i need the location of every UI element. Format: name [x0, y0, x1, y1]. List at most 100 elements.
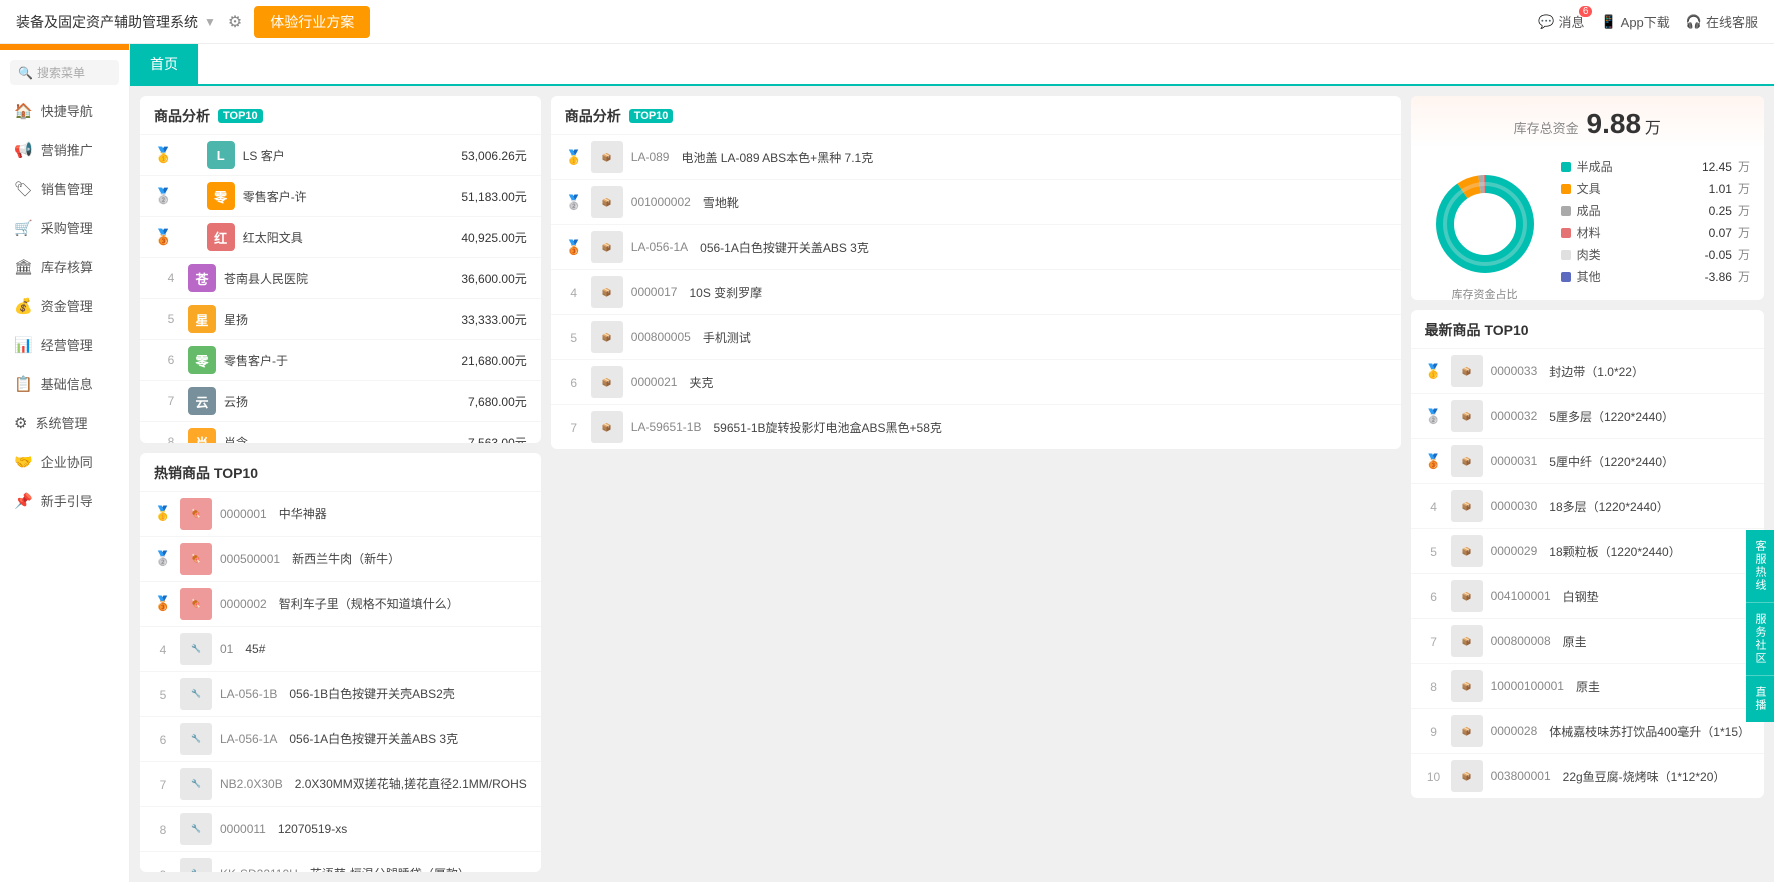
- sidebar-item-sales[interactable]: 🏷 销售管理: [0, 169, 129, 208]
- donut-row: 库存资金占比 半成品 12.45 万 文具 1.01 万 成品 0.25 万 材…: [1411, 148, 1764, 300]
- sidebar-search-area: 🔍 搜索菜单: [0, 50, 129, 91]
- rank-name: 云扬: [224, 393, 460, 410]
- rank-avatar: 苍: [188, 264, 216, 292]
- product-thumbnail: 📦: [1451, 355, 1483, 387]
- customer-rank-row: 🥈 零 零售客户-许 51,183.00元: [140, 175, 541, 216]
- rank-number: 5: [162, 312, 180, 326]
- product-name: 电池盖 LA-089 ABS本色+黑种 7.1克: [681, 149, 1386, 166]
- hot-products-title-text: 热销商品 TOP10: [154, 463, 258, 483]
- rank-medal: 🥉: [154, 595, 172, 612]
- product-thumbnail: 📦: [591, 141, 623, 173]
- sidebar-item-marketing[interactable]: 📢 营销推广: [0, 130, 129, 169]
- sidebar-item-basic[interactable]: 📋 基础信息: [0, 364, 129, 403]
- rank-medal: 5: [154, 686, 172, 702]
- legend-value: -3.86: [1705, 270, 1732, 284]
- message-button[interactable]: 💬 消息 6: [1538, 12, 1584, 31]
- sidebar-item-guide[interactable]: 📌 新手引导: [0, 481, 129, 520]
- new-products-list: 🥇 📦 0000033 封边带（1.0*22） 🥈 📦 0000032 5厘多层…: [1411, 348, 1764, 798]
- sidebar-item-finance[interactable]: 💰 资金管理: [0, 286, 129, 325]
- product-name: 中华神器: [279, 505, 527, 522]
- product-code: 003800001: [1491, 769, 1551, 783]
- sidebar-item-label: 快捷导航: [41, 101, 93, 120]
- product-code: 0000017: [631, 285, 678, 299]
- legend-value: -0.05: [1705, 248, 1732, 262]
- float-service-button[interactable]: 直播: [1746, 676, 1774, 722]
- rank-medal: 5: [1425, 543, 1443, 559]
- rank-medal-icon: 🥈: [154, 187, 173, 205]
- customer-top10-title: 商品分析 TOP10: [140, 96, 541, 134]
- rank-medal: 🥇: [154, 505, 172, 522]
- hot-product-row: 5 🔧 LA-056-1B 056-1B白色按键开关壳ABS2壳: [140, 671, 541, 716]
- product-thumbnail: 📦: [1451, 535, 1483, 567]
- product-thumbnail: 📦: [591, 321, 623, 353]
- legend-value: 0.25: [1709, 204, 1732, 218]
- rank-avatar: L: [207, 141, 235, 169]
- rank-name: 苍南县人民医院: [224, 270, 453, 287]
- float-service-button[interactable]: 服务社区: [1746, 603, 1774, 676]
- product-code: 000800005: [631, 330, 691, 344]
- online-service-button[interactable]: 🎧 在线客服: [1686, 12, 1758, 31]
- rank-medal: 4: [1425, 498, 1443, 514]
- inventory-total-area: 库存总资金 9.88 万: [1411, 96, 1764, 148]
- customer-rank-row: 🥉 红 红太阳文具 40,925.00元: [140, 216, 541, 257]
- product-name: 45#: [245, 642, 526, 656]
- legend-name: 文具: [1577, 180, 1703, 197]
- product-code: LA-59651-1B: [631, 420, 702, 434]
- system-selector[interactable]: 装备及固定资产辅助管理系统 ▼: [16, 12, 216, 32]
- trial-button[interactable]: 体验行业方案: [254, 6, 370, 38]
- new-products-title-text: 最新商品 TOP10: [1425, 320, 1529, 340]
- customer-rank-row: 6 零 零售客户-于 21,680.00元: [140, 339, 541, 380]
- tab-home[interactable]: 首页: [130, 44, 198, 86]
- rank-medal: 6: [154, 731, 172, 747]
- float-service-button[interactable]: 客服热线: [1746, 530, 1774, 603]
- legend-item: 成品 0.25 万: [1561, 202, 1750, 219]
- product-thumbnail: 📦: [1451, 580, 1483, 612]
- product-name: 原圭: [1563, 633, 1750, 650]
- mid-product-row: 5 📦 000800005 手机测试: [551, 314, 1401, 359]
- product-code: 000500001: [220, 552, 280, 566]
- product-code: 10000100001: [1491, 679, 1564, 693]
- hot-products-list: 🥇 🍖 0000001 中华神器 🥈 🍖 000500001 新西兰牛肉（新牛）…: [140, 491, 541, 872]
- sidebar-item-system[interactable]: ⚙ 系统管理: [0, 403, 129, 442]
- product-name: 雪地靴: [703, 194, 1387, 211]
- rank-number: 8: [162, 435, 180, 443]
- product-code: 0000028: [1491, 724, 1538, 738]
- rank-name: 星扬: [224, 311, 453, 328]
- legend-unit: 万: [1738, 202, 1750, 219]
- system-icon: ⚙: [14, 414, 27, 432]
- search-menu-button[interactable]: 🔍 搜索菜单: [10, 60, 119, 85]
- rank-name: 肖念: [224, 434, 460, 443]
- rank-name: LS 客户: [243, 147, 454, 164]
- rank-medal: 7: [1425, 633, 1443, 649]
- legend-name: 其他: [1577, 268, 1699, 285]
- message-badge: 6: [1579, 6, 1593, 17]
- sidebar-item-quicknav[interactable]: 🏠 快捷导航: [0, 91, 129, 130]
- sidebar-item-purchase[interactable]: 🛒 采购管理: [0, 208, 129, 247]
- hot-product-row: 🥈 🍖 000500001 新西兰牛肉（新牛）: [140, 536, 541, 581]
- legend-name: 材料: [1577, 224, 1703, 241]
- sidebar-item-corp[interactable]: 🤝 企业协同: [0, 442, 129, 481]
- customer-rank-row: 5 星 星扬 33,333.00元: [140, 298, 541, 339]
- product-thumbnail: 🔧: [180, 723, 212, 755]
- legend-value: 1.01: [1709, 182, 1732, 196]
- headset-icon: 🎧: [1686, 14, 1702, 30]
- sidebar-item-inventory[interactable]: 🏛 库存核算: [0, 247, 129, 286]
- settings-icon[interactable]: ⚙: [228, 12, 242, 32]
- sidebar: 🐾 畅捷通好生意 标准版 🔍 搜索菜单 🏠 快捷导航 📢 营销推广 🏷 销售管理…: [0, 0, 130, 882]
- rank-medal: 5: [565, 329, 583, 345]
- product-name: 59651-1B旋转投影灯电池盒ABS黑色+58克: [713, 419, 1386, 436]
- legend-item: 材料 0.07 万: [1561, 224, 1750, 241]
- sidebar-item-operation[interactable]: 📊 经营管理: [0, 325, 129, 364]
- rank-name: 红太阳文具: [243, 229, 454, 246]
- product-name: 手机测试: [703, 329, 1387, 346]
- rank-medal-icon: 🥇: [154, 146, 173, 164]
- product-name: 2.0X30MM双搓花轴,搓花直径2.1MM/ROHS: [295, 775, 527, 792]
- mid-products-list: 🥇 📦 LA-089 电池盖 LA-089 ABS本色+黑种 7.1克 🥈 📦 …: [551, 134, 1401, 449]
- product-name: 体械嘉枝味苏打饮品400毫升（1*15）: [1549, 723, 1750, 740]
- customer-rank-list: 🥇 L LS 客户 53,006.26元 🥈 零 零售客户-许 51,183.0…: [140, 134, 541, 443]
- sidebar-item-label: 库存核算: [41, 257, 93, 276]
- rank-medal: 7: [154, 776, 172, 792]
- sidebar-item-label: 营销推广: [41, 140, 93, 159]
- app-download-button[interactable]: 📱 App下载: [1600, 12, 1669, 31]
- rank-name: 零售客户-于: [224, 352, 453, 369]
